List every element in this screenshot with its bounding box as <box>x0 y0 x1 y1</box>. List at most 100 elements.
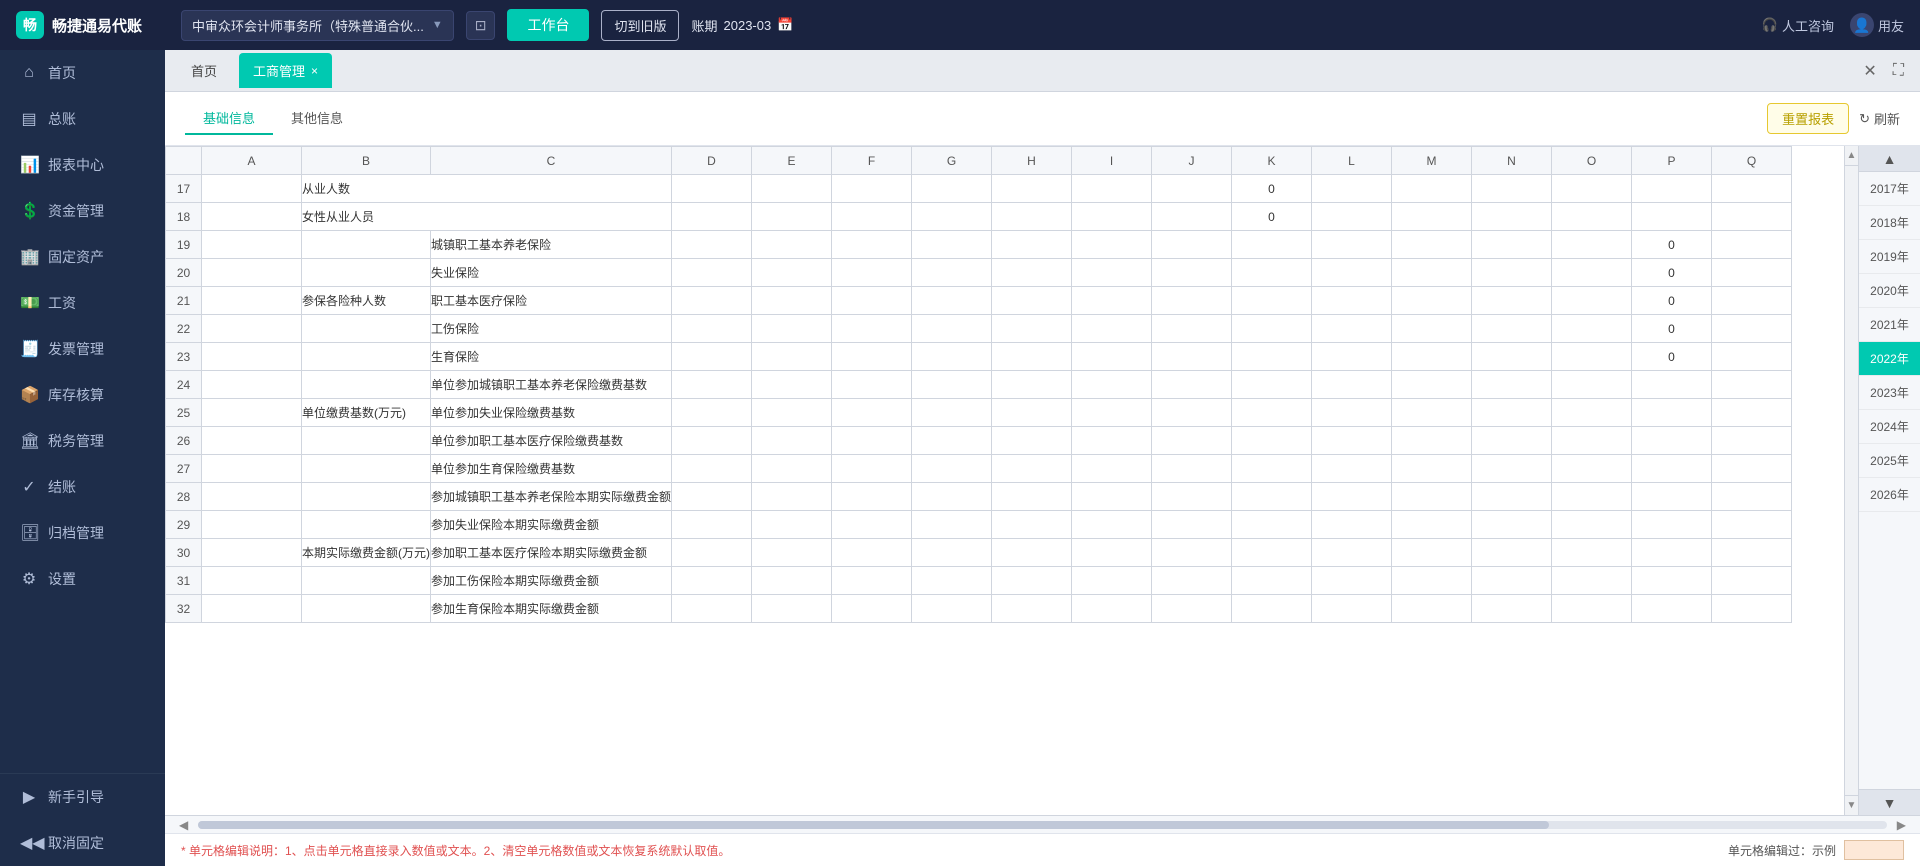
cell-32-g[interactable] <box>912 595 992 623</box>
cell-27-e[interactable] <box>752 455 832 483</box>
workbench-button[interactable]: 工作台 <box>507 9 589 41</box>
cell-30-i[interactable] <box>1072 539 1152 567</box>
cell-32-p[interactable] <box>1632 595 1712 623</box>
cell-30-l[interactable] <box>1312 539 1392 567</box>
cell-20-g[interactable] <box>912 259 992 287</box>
cell-24-l[interactable] <box>1312 371 1392 399</box>
cell-26-d[interactable] <box>672 427 752 455</box>
cell-20-j[interactable] <box>1152 259 1232 287</box>
sidebar-item-archive[interactable]: 🗄 归档管理 <box>0 510 165 556</box>
cell-22-c[interactable]: 工伤保险 <box>431 315 672 343</box>
cell-21-b[interactable]: 参保各险种人数 <box>302 287 431 315</box>
cell-29-c[interactable]: 参加失业保险本期实际缴费金额 <box>431 511 672 539</box>
cell-29-n[interactable] <box>1472 511 1552 539</box>
cell-25-o[interactable] <box>1552 399 1632 427</box>
cell-19-g[interactable] <box>912 231 992 259</box>
cell-26-q[interactable] <box>1712 427 1792 455</box>
cell-19-n[interactable] <box>1472 231 1552 259</box>
cell-29-j[interactable] <box>1152 511 1232 539</box>
cell-28-m[interactable] <box>1392 483 1472 511</box>
cell-17-q[interactable] <box>1712 175 1792 203</box>
cell-17-n[interactable] <box>1472 175 1552 203</box>
sidebar-item-close-accounts[interactable]: ✓ 结账 <box>0 464 165 510</box>
cell-25-g[interactable] <box>912 399 992 427</box>
cell-28-i[interactable] <box>1072 483 1152 511</box>
copy-button[interactable]: ⊡ <box>466 11 496 40</box>
cell-26-p[interactable] <box>1632 427 1712 455</box>
year-item-2023[interactable]: 2023年 <box>1859 376 1920 410</box>
h-scroll-left-arrow[interactable]: ◀ <box>173 816 194 834</box>
cell-17-b[interactable]: 从业人数 <box>302 175 672 203</box>
cell-21-d[interactable] <box>672 287 752 315</box>
cell-23-n[interactable] <box>1472 343 1552 371</box>
cell-22-j[interactable] <box>1152 315 1232 343</box>
cell-30-c[interactable]: 参加职工基本医疗保险本期实际缴费金额 <box>431 539 672 567</box>
cell-31-b[interactable] <box>302 567 431 595</box>
cell-18-e[interactable] <box>752 203 832 231</box>
cell-20-n[interactable] <box>1472 259 1552 287</box>
cell-31-d[interactable] <box>672 567 752 595</box>
sidebar-item-funds[interactable]: 💲 资金管理 <box>0 188 165 234</box>
cell-25-h[interactable] <box>992 399 1072 427</box>
cell-21-n[interactable] <box>1472 287 1552 315</box>
cell-18-g[interactable] <box>912 203 992 231</box>
sidebar-item-home[interactable]: ⌂ 首页 <box>0 50 165 96</box>
cell-26-e[interactable] <box>752 427 832 455</box>
cell-22-q[interactable] <box>1712 315 1792 343</box>
sidebar-item-new-guide[interactable]: ▶ 新手引导 <box>0 774 165 820</box>
cell-23-j[interactable] <box>1152 343 1232 371</box>
cell-28-h[interactable] <box>992 483 1072 511</box>
horizontal-scroll-bar[interactable]: ◀ ▶ <box>165 815 1920 833</box>
cell-31-p[interactable] <box>1632 567 1712 595</box>
cell-31-h[interactable] <box>992 567 1072 595</box>
year-item-2018[interactable]: 2018年 <box>1859 206 1920 240</box>
cell-19-a[interactable] <box>202 231 302 259</box>
cell-31-a[interactable] <box>202 567 302 595</box>
cell-23-c[interactable]: 生育保险 <box>431 343 672 371</box>
cell-20-a[interactable] <box>202 259 302 287</box>
cell-24-g[interactable] <box>912 371 992 399</box>
sidebar-item-unpin[interactable]: ◀◀ 取消固定 <box>0 820 165 866</box>
cell-22-o[interactable] <box>1552 315 1632 343</box>
user-button[interactable]: 👤 用友 <box>1850 13 1904 37</box>
cell-30-j[interactable] <box>1152 539 1232 567</box>
cell-27-l[interactable] <box>1312 455 1392 483</box>
cell-17-g[interactable] <box>912 175 992 203</box>
cell-23-k[interactable] <box>1232 343 1312 371</box>
cell-17-o[interactable] <box>1552 175 1632 203</box>
cell-23-e[interactable] <box>752 343 832 371</box>
cell-21-g[interactable] <box>912 287 992 315</box>
cell-25-f[interactable] <box>832 399 912 427</box>
cell-25-k[interactable] <box>1232 399 1312 427</box>
cell-20-i[interactable] <box>1072 259 1152 287</box>
cell-22-m[interactable] <box>1392 315 1472 343</box>
cell-28-p[interactable] <box>1632 483 1712 511</box>
cell-27-j[interactable] <box>1152 455 1232 483</box>
cell-29-g[interactable] <box>912 511 992 539</box>
cell-30-d[interactable] <box>672 539 752 567</box>
cell-20-m[interactable] <box>1392 259 1472 287</box>
cell-23-g[interactable] <box>912 343 992 371</box>
cell-26-l[interactable] <box>1312 427 1392 455</box>
cell-22-n[interactable] <box>1472 315 1552 343</box>
cell-32-d[interactable] <box>672 595 752 623</box>
cell-26-b[interactable] <box>302 427 431 455</box>
cell-30-o[interactable] <box>1552 539 1632 567</box>
cell-18-l[interactable] <box>1312 203 1392 231</box>
cell-22-i[interactable] <box>1072 315 1152 343</box>
cell-18-d[interactable] <box>672 203 752 231</box>
cell-24-j[interactable] <box>1152 371 1232 399</box>
sidebar-item-payroll[interactable]: 💵 工资 <box>0 280 165 326</box>
sidebar-item-ledger[interactable]: ▤ 总账 <box>0 96 165 142</box>
cell-18-j[interactable] <box>1152 203 1232 231</box>
cell-32-b[interactable] <box>302 595 431 623</box>
cell-19-b[interactable] <box>302 231 431 259</box>
cell-20-p[interactable]: 0 <box>1632 259 1712 287</box>
cell-28-e[interactable] <box>752 483 832 511</box>
scroll-down-arrow[interactable]: ▼ <box>1845 795 1858 815</box>
cell-17-m[interactable] <box>1392 175 1472 203</box>
cell-26-n[interactable] <box>1472 427 1552 455</box>
cell-24-d[interactable] <box>672 371 752 399</box>
cell-30-h[interactable] <box>992 539 1072 567</box>
cell-25-n[interactable] <box>1472 399 1552 427</box>
